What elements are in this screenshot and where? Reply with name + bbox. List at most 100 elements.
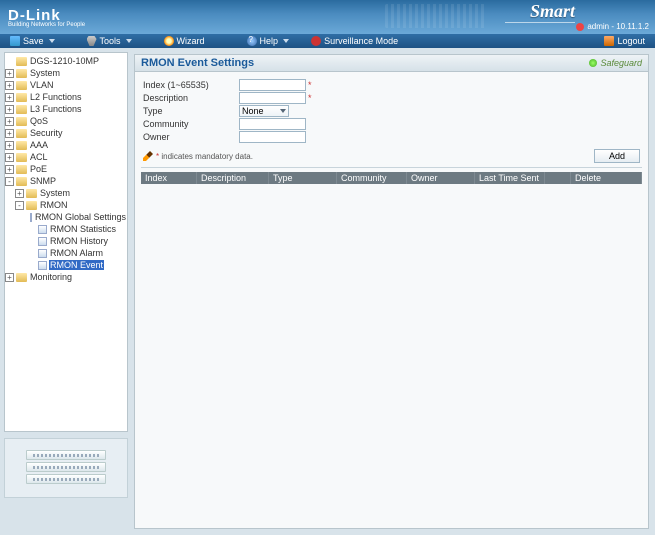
tree-item-poe[interactable]: +PoE bbox=[5, 163, 127, 175]
smart-underline bbox=[505, 22, 575, 23]
menu-save[interactable]: Save bbox=[4, 36, 61, 46]
page-icon bbox=[30, 213, 32, 222]
device-image bbox=[4, 438, 128, 498]
menu-wizard[interactable]: Wizard bbox=[158, 36, 211, 46]
tree-monitoring[interactable]: + Monitoring bbox=[5, 271, 127, 283]
folder-icon bbox=[16, 93, 27, 102]
tools-icon bbox=[87, 36, 97, 46]
folder-icon bbox=[16, 177, 27, 186]
col-last-time: Last Time Sent bbox=[475, 172, 545, 184]
owner-input[interactable] bbox=[239, 131, 306, 143]
tree-snmp-system[interactable]: + System bbox=[5, 187, 127, 199]
menu-help[interactable]: Help bbox=[241, 36, 296, 46]
tree-root[interactable]: DGS-1210-10MP bbox=[5, 55, 127, 67]
label-type: Type bbox=[143, 106, 239, 116]
logout-icon bbox=[604, 36, 614, 46]
user-icon bbox=[576, 23, 584, 31]
menu-tools[interactable]: Tools bbox=[81, 36, 138, 46]
save-icon bbox=[10, 36, 20, 46]
tree-snmp-rmon[interactable]: - RMON bbox=[5, 199, 127, 211]
page-icon bbox=[38, 237, 47, 246]
folder-icon bbox=[16, 69, 27, 78]
chevron-down-icon bbox=[283, 39, 289, 43]
folder-icon bbox=[16, 105, 27, 114]
page-icon bbox=[38, 249, 47, 258]
folder-icon bbox=[16, 141, 27, 150]
tree-item-l2-functions[interactable]: +L2 Functions bbox=[5, 91, 127, 103]
folder-icon bbox=[16, 81, 27, 90]
folder-icon bbox=[16, 273, 27, 282]
tree-item-acl[interactable]: +ACL bbox=[5, 151, 127, 163]
label-owner: Owner bbox=[143, 132, 239, 142]
folder-icon bbox=[16, 153, 27, 162]
col-community: Community bbox=[337, 172, 407, 184]
edit-icon bbox=[143, 151, 153, 161]
tree-item-security[interactable]: +Security bbox=[5, 127, 127, 139]
tree-item-aaa[interactable]: +AAA bbox=[5, 139, 127, 151]
folder-icon bbox=[16, 117, 27, 126]
label-description: Description bbox=[143, 93, 239, 103]
description-input[interactable] bbox=[239, 92, 306, 104]
type-select[interactable]: None bbox=[239, 105, 289, 117]
tree-rmon-rmon-history[interactable]: RMON History bbox=[5, 235, 127, 247]
event-table: Index Description Type Community Owner L… bbox=[141, 172, 642, 184]
tree-rmon-rmon-statistics[interactable]: RMON Statistics bbox=[5, 223, 127, 235]
main-panel: RMON Event Settings Safeguard Index (1~6… bbox=[134, 54, 649, 529]
header-banner: D-Link Building Networks for People Smar… bbox=[0, 0, 655, 34]
expand-toggle[interactable]: + bbox=[5, 141, 14, 150]
expand-toggle[interactable]: + bbox=[5, 129, 14, 138]
col-index: Index bbox=[141, 172, 197, 184]
community-input[interactable] bbox=[239, 118, 306, 130]
mandatory-note: * indicates mandatory data. bbox=[156, 152, 253, 161]
chevron-down-icon bbox=[126, 39, 132, 43]
expand-toggle[interactable]: + bbox=[5, 69, 14, 78]
label-index: Index (1~65535) bbox=[143, 80, 239, 90]
brand-tagline: Building Networks for People bbox=[8, 22, 85, 28]
tree-item-vlan[interactable]: +VLAN bbox=[5, 79, 127, 91]
tree-item-snmp[interactable]: -SNMP bbox=[5, 175, 127, 187]
tree-rmon-rmon-global-settings[interactable]: RMON Global Settings bbox=[5, 211, 127, 223]
col-type: Type bbox=[269, 172, 337, 184]
nav-tree: DGS-1210-10MP +System+VLAN+L2 Functions+… bbox=[4, 52, 128, 432]
switch-graphic bbox=[385, 4, 485, 28]
menubar: Save Tools Wizard Help Surveillance Mode… bbox=[0, 34, 655, 48]
tree-rmon-rmon-alarm[interactable]: RMON Alarm bbox=[5, 247, 127, 259]
logo: D-Link Building Networks for People bbox=[8, 7, 85, 28]
expand-toggle[interactable]: + bbox=[5, 81, 14, 90]
add-button[interactable]: Add bbox=[594, 149, 640, 163]
expand-toggle[interactable]: + bbox=[5, 153, 14, 162]
admin-info: admin - 10.11.1.2 bbox=[576, 22, 649, 31]
menu-logout[interactable]: Logout bbox=[598, 36, 651, 46]
wizard-icon bbox=[164, 36, 174, 46]
expand-toggle[interactable]: + bbox=[5, 165, 14, 174]
index-input[interactable] bbox=[239, 79, 306, 91]
label-community: Community bbox=[143, 119, 239, 129]
table-header: Index Description Type Community Owner L… bbox=[141, 172, 642, 184]
panel-titlebar: RMON Event Settings Safeguard bbox=[135, 55, 648, 72]
tree-item-qos[interactable]: +QoS bbox=[5, 115, 127, 127]
tree-item-system[interactable]: +System bbox=[5, 67, 127, 79]
help-icon bbox=[247, 36, 257, 46]
expand-toggle[interactable]: + bbox=[5, 93, 14, 102]
form-area: Index (1~65535) * Description * Type Non… bbox=[135, 72, 648, 147]
page-icon bbox=[38, 225, 47, 234]
tree-rmon-rmon-event[interactable]: RMON Event bbox=[5, 259, 127, 271]
tree-item-l3-functions[interactable]: +L3 Functions bbox=[5, 103, 127, 115]
page-icon bbox=[38, 261, 47, 270]
folder-icon bbox=[26, 201, 37, 210]
brand-text: D-Link bbox=[8, 7, 61, 24]
sidebar: DGS-1210-10MP +System+VLAN+L2 Functions+… bbox=[0, 48, 132, 535]
col-delete: Delete bbox=[571, 172, 642, 184]
expand-toggle[interactable]: + bbox=[5, 117, 14, 126]
panel-title: RMON Event Settings bbox=[141, 57, 254, 69]
surveillance-icon bbox=[311, 36, 321, 46]
chevron-down-icon bbox=[49, 39, 55, 43]
menu-surveillance[interactable]: Surveillance Mode bbox=[305, 36, 404, 46]
col-description: Description bbox=[197, 172, 269, 184]
expand-toggle[interactable]: + bbox=[5, 105, 14, 114]
folder-icon bbox=[16, 165, 27, 174]
expand-toggle[interactable]: - bbox=[5, 177, 14, 186]
device-icon bbox=[16, 57, 27, 66]
col-owner: Owner bbox=[407, 172, 475, 184]
safeguard-badge: Safeguard bbox=[589, 58, 642, 68]
